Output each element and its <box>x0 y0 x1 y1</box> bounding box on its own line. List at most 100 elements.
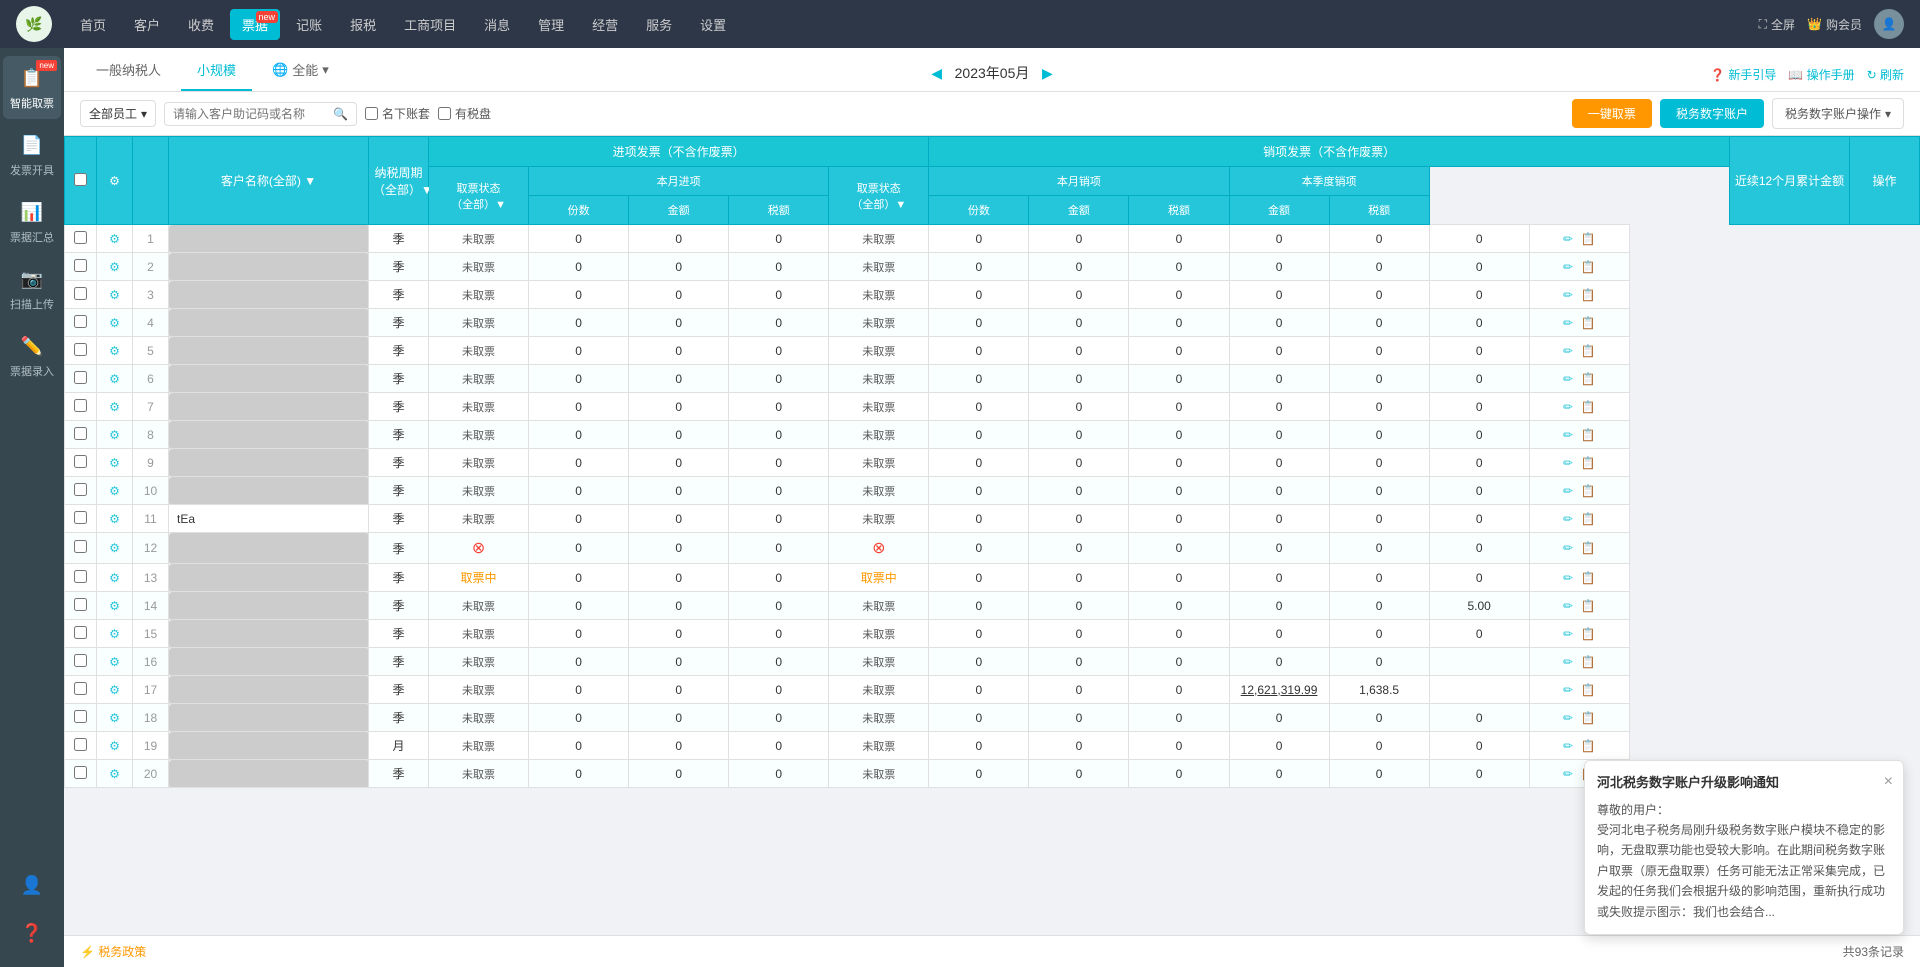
copy-btn-6[interactable]: 📋 <box>1580 400 1595 414</box>
edit-btn-8[interactable]: ✏ <box>1563 456 1573 470</box>
checkbox-subaccount[interactable]: 名下账套 <box>365 105 430 122</box>
edit-btn-12[interactable]: ✏ <box>1563 571 1573 585</box>
row-checkbox-17[interactable] <box>65 704 97 732</box>
notification-close-btn[interactable]: × <box>1884 769 1893 795</box>
th-in-status[interactable]: 取票状态（全部）▼ <box>429 167 529 225</box>
nav-settings[interactable]: 设置 <box>688 9 738 40</box>
edit-btn-3[interactable]: ✏ <box>1563 316 1573 330</box>
row-setting-3[interactable]: ⚙ <box>97 309 133 337</box>
edit-btn-17[interactable]: ✏ <box>1563 711 1573 725</box>
checkbox-taxdisk[interactable]: 有税盘 <box>438 105 491 122</box>
copy-btn-14[interactable]: 📋 <box>1580 627 1595 641</box>
row-setting-16[interactable]: ⚙ <box>97 676 133 704</box>
sidebar-item-entry[interactable]: ✏️ 票据录入 <box>3 324 61 387</box>
row-setting-2[interactable]: ⚙ <box>97 281 133 309</box>
nav-home[interactable]: 首页 <box>68 9 118 40</box>
tax-digital-account-btn[interactable]: 税务数字账户 <box>1660 99 1764 128</box>
membership-btn[interactable]: 👑 购会员 <box>1807 16 1862 33</box>
nav-business[interactable]: 工商项目 <box>392 9 468 40</box>
copy-btn-7[interactable]: 📋 <box>1580 428 1595 442</box>
copy-btn-13[interactable]: 📋 <box>1580 599 1595 613</box>
search-icon[interactable]: 🔍 <box>333 107 348 121</box>
edit-btn-2[interactable]: ✏ <box>1563 288 1573 302</box>
row-setting-7[interactable]: ⚙ <box>97 421 133 449</box>
tab-general-taxpayer[interactable]: 一般纳税人 <box>80 50 177 91</box>
edit-btn-15[interactable]: ✏ <box>1563 655 1573 669</box>
row-name-12[interactable]: ████████████ <box>169 564 369 592</box>
row-setting-14[interactable]: ⚙ <box>97 620 133 648</box>
row-checkbox-1[interactable] <box>65 253 97 281</box>
next-month-btn[interactable]: ▶ <box>1037 63 1057 83</box>
row-checkbox-10[interactable] <box>65 505 97 533</box>
edit-btn-0[interactable]: ✏ <box>1563 232 1573 246</box>
row-setting-6[interactable]: ⚙ <box>97 393 133 421</box>
row-checkbox-19[interactable] <box>65 760 97 788</box>
edit-btn-16[interactable]: ✏ <box>1563 683 1573 697</box>
row-name-7[interactable]: ████████████████████ <box>169 421 369 449</box>
row-name-1[interactable]: ████████████ <box>169 253 369 281</box>
tab-all[interactable]: 🌐 全能 ▾ <box>256 50 345 91</box>
row-checkbox-13[interactable] <box>65 592 97 620</box>
edit-btn-4[interactable]: ✏ <box>1563 344 1573 358</box>
row-setting-18[interactable]: ⚙ <box>97 732 133 760</box>
row-setting-4[interactable]: ⚙ <box>97 337 133 365</box>
row-checkbox-9[interactable] <box>65 477 97 505</box>
row-name-11[interactable]: ████████ <box>169 533 369 564</box>
row-name-5[interactable]: ████████████ <box>169 365 369 393</box>
row-name-13[interactable]: ████████████ <box>169 592 369 620</box>
th-out-status[interactable]: 取票状态（全部）▼ <box>829 167 929 225</box>
row-setting-12[interactable]: ⚙ <box>97 564 133 592</box>
copy-btn-0[interactable]: 📋 <box>1580 232 1595 246</box>
th-name[interactable]: 客户名称(全部) ▼ <box>169 137 369 225</box>
user-avatar[interactable]: 👤 <box>1874 9 1904 39</box>
edit-btn-14[interactable]: ✏ <box>1563 627 1573 641</box>
row-name-2[interactable]: ████████████ <box>169 281 369 309</box>
new-guide-btn[interactable]: ❓ 新手引导 <box>1710 66 1776 83</box>
row-name-8[interactable]: ████████████████ <box>169 449 369 477</box>
copy-btn-5[interactable]: 📋 <box>1580 372 1595 386</box>
row-name-18[interactable]: ████████████ <box>169 732 369 760</box>
copy-btn-16[interactable]: 📋 <box>1580 683 1595 697</box>
row-setting-10[interactable]: ⚙ <box>97 505 133 533</box>
row-setting-5[interactable]: ⚙ <box>97 365 133 393</box>
edit-btn-9[interactable]: ✏ <box>1563 484 1573 498</box>
row-name-6[interactable]: ████████████████████ <box>169 393 369 421</box>
fullscreen-btn[interactable]: ⛶ 全屏 <box>1759 16 1795 33</box>
edit-btn-18[interactable]: ✏ <box>1563 739 1573 753</box>
manual-btn[interactable]: 📖 操作手册 <box>1788 66 1854 83</box>
nav-service[interactable]: 服务 <box>634 9 684 40</box>
copy-btn-15[interactable]: 📋 <box>1580 655 1595 669</box>
row-name-4[interactable]: ████████████████ <box>169 337 369 365</box>
sidebar-item-scan[interactable]: 📷 扫描上传 <box>3 257 61 320</box>
copy-btn-4[interactable]: 📋 <box>1580 344 1595 358</box>
row-checkbox-0[interactable] <box>65 225 97 253</box>
row-name-3[interactable]: ████████ <box>169 309 369 337</box>
th-checkbox[interactable] <box>65 137 97 225</box>
row-setting-8[interactable]: ⚙ <box>97 449 133 477</box>
subaccount-checkbox[interactable] <box>365 107 378 120</box>
row-setting-13[interactable]: ⚙ <box>97 592 133 620</box>
nav-admin[interactable]: 管理 <box>526 9 576 40</box>
nav-tax[interactable]: 报税 <box>338 9 388 40</box>
row-setting-11[interactable]: ⚙ <box>97 533 133 564</box>
nav-customer[interactable]: 客户 <box>122 9 172 40</box>
tab-small-scale[interactable]: 小规模 <box>181 50 252 91</box>
edit-btn-1[interactable]: ✏ <box>1563 260 1573 274</box>
edit-btn-6[interactable]: ✏ <box>1563 400 1573 414</box>
row-setting-19[interactable]: ⚙ <box>97 760 133 788</box>
sidebar-item-help[interactable]: ❓ <box>3 911 61 955</box>
row-checkbox-15[interactable] <box>65 648 97 676</box>
row-checkbox-5[interactable] <box>65 365 97 393</box>
edit-btn-5[interactable]: ✏ <box>1563 372 1573 386</box>
row-checkbox-16[interactable] <box>65 676 97 704</box>
row-setting-17[interactable]: ⚙ <box>97 704 133 732</box>
nav-message[interactable]: 消息 <box>472 9 522 40</box>
edit-btn-7[interactable]: ✏ <box>1563 428 1573 442</box>
nav-bookkeeping[interactable]: 记账 <box>284 9 334 40</box>
edit-btn-19[interactable]: ✏ <box>1563 767 1573 781</box>
select-all-checkbox[interactable] <box>74 173 87 186</box>
row-checkbox-3[interactable] <box>65 309 97 337</box>
nav-billing[interactable]: 收费 <box>176 9 226 40</box>
copy-btn-8[interactable]: 📋 <box>1580 456 1595 470</box>
tax-digital-ops-btn[interactable]: 税务数字账户操作 ▾ <box>1772 98 1904 129</box>
